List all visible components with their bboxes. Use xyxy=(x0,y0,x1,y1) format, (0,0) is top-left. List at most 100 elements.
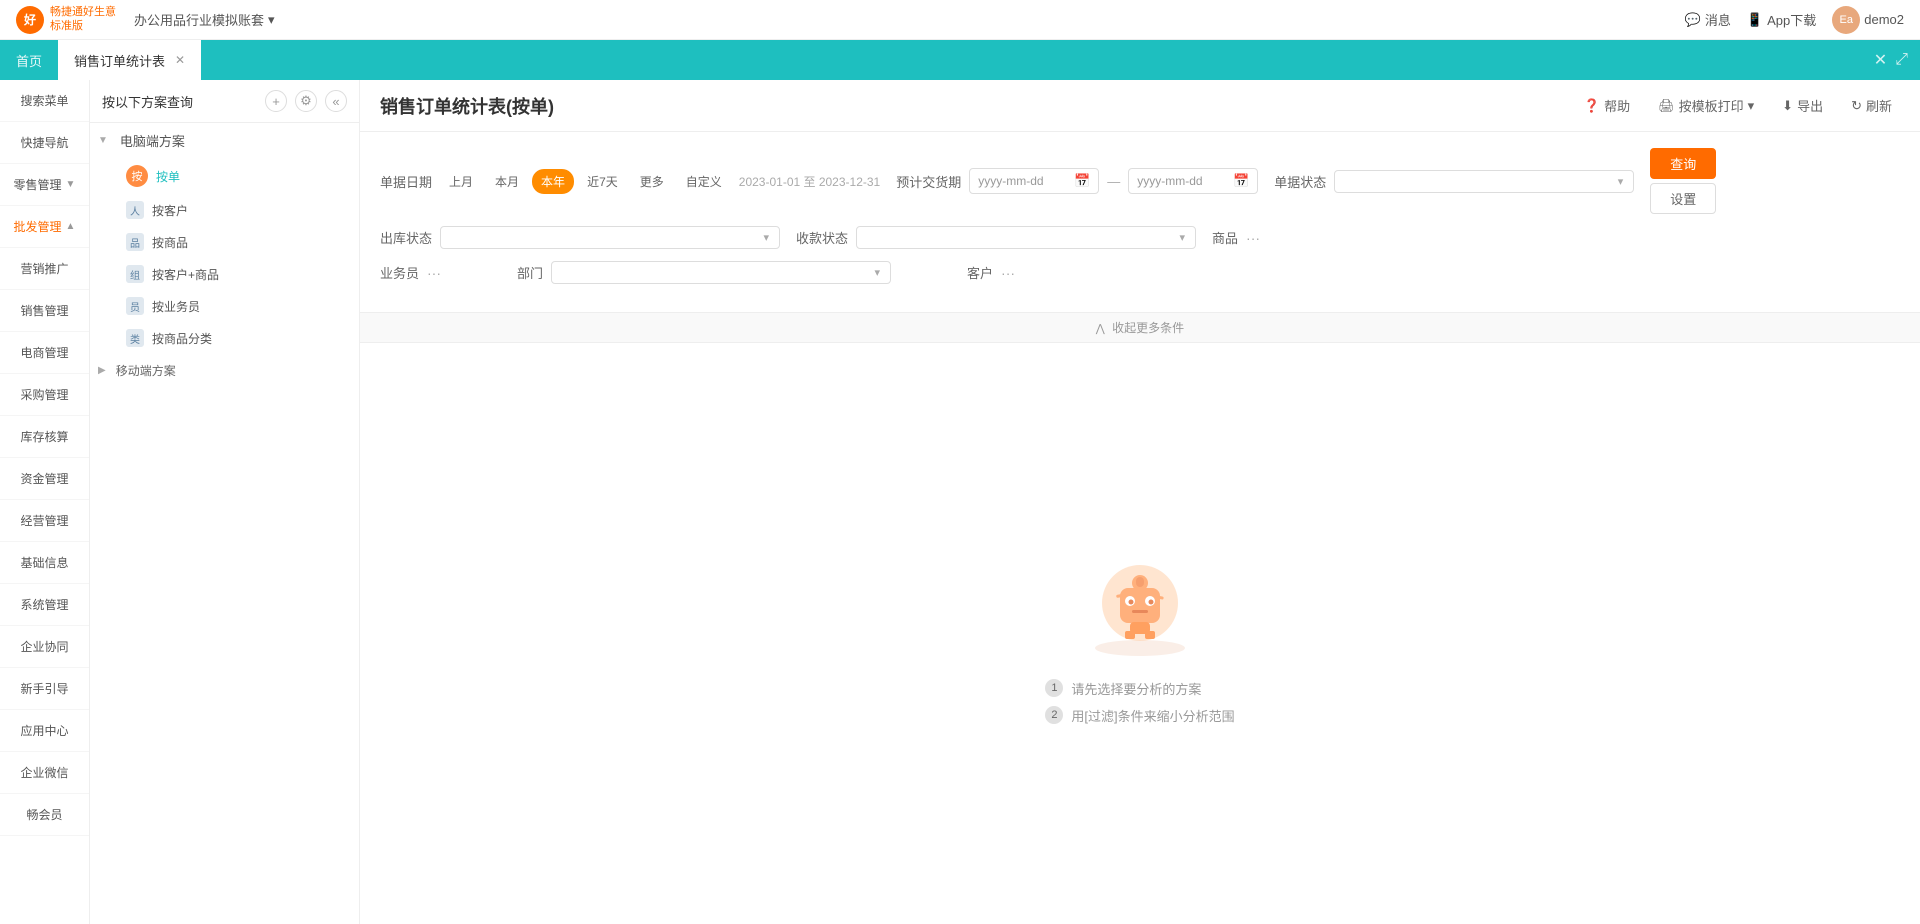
page-header: 销售订单统计表(按单) ❓ 帮助 🖨 按模板打印 ▾ ⬇ 导出 xyxy=(360,80,1920,132)
message-btn[interactable]: 💬 帮助 消息 xyxy=(1685,10,1731,29)
empty-illustration xyxy=(1080,543,1200,663)
scheme-by-customer-product-icon: 组 xyxy=(126,265,144,283)
sidebar-item-quick-nav[interactable]: 快捷导航 xyxy=(0,122,89,164)
export-btn[interactable]: ⬇ 导出 xyxy=(1774,92,1831,119)
app-download-btn[interactable]: 📱 App下载 xyxy=(1747,10,1816,29)
customer-more-icon[interactable]: ··· xyxy=(1001,265,1015,281)
empty-tips: 1 请先选择要分析的方案 2 用[过滤]条件来缩小分析范围 xyxy=(1045,679,1234,725)
logo-icon: 好 xyxy=(16,6,44,34)
add-scheme-btn[interactable]: + xyxy=(265,90,287,112)
payment-status-arrow-icon: ▾ xyxy=(1180,231,1186,244)
sidebar-item-marketing[interactable]: 营销推广 xyxy=(0,248,89,290)
tip-item-1: 1 请先选择要分析的方案 xyxy=(1045,679,1234,698)
close-window-icon[interactable]: ✕ xyxy=(1874,50,1887,70)
sidebar-item-enterprise[interactable]: 企业协同 xyxy=(0,626,89,668)
date-btn-this-month[interactable]: 本月 xyxy=(486,169,528,194)
scheme-by-customer-icon: 人 xyxy=(126,201,144,219)
sidebar: 搜索菜单 快捷导航 零售管理 ▼ 批发管理 ▲ 营销推广 销售管理 电商管理 采… xyxy=(0,80,90,924)
pc-solutions-group[interactable]: ▼ 电脑端方案 xyxy=(90,123,359,158)
filter-area: 单据日期 上月 本月 本年 近7天 更多 自定义 2023-01-01 至 20… xyxy=(360,132,1920,312)
collapse-icon: ⋀ xyxy=(1096,323,1105,335)
left-panel-icons: + ⚙ « xyxy=(265,90,347,112)
search-btn[interactable]: 查询 xyxy=(1650,148,1716,179)
filter-doc-status-item: 单据状态 ▾ xyxy=(1274,170,1634,193)
sidebar-item-inventory[interactable]: 库存核算 xyxy=(0,416,89,458)
content-area: 按以下方案查询 + ⚙ « ▼ 电脑端方案 按 按单 人 按客户 xyxy=(90,80,1920,924)
settings-btn[interactable]: 设置 xyxy=(1650,183,1716,214)
help-btn[interactable]: ❓ 帮助 xyxy=(1576,92,1638,119)
user-menu[interactable]: Ea demo2 xyxy=(1832,6,1904,34)
date-btn-last-month[interactable]: 上月 xyxy=(440,169,482,194)
sidebar-item-system[interactable]: 系统管理 xyxy=(0,584,89,626)
date-btn-this-year[interactable]: 本年 xyxy=(532,169,574,194)
filter-ship-status-item: 出库状态 ▾ xyxy=(380,226,780,249)
tip-item-2: 2 用[过滤]条件来缩小分析范围 xyxy=(1045,706,1234,725)
page-title: 销售订单统计表(按单) xyxy=(380,93,554,119)
avatar: Ea xyxy=(1832,6,1860,34)
sidebar-item-enterprise-wechat[interactable]: 企业微信 xyxy=(0,752,89,794)
filter-payment-status-item: 收款状态 ▾ xyxy=(796,226,1196,249)
expected-date-from-placeholder: yyyy-mm-dd xyxy=(978,174,1043,188)
sidebar-item-retail[interactable]: 零售管理 ▼ xyxy=(0,164,89,206)
message-icon: 💬 xyxy=(1685,12,1701,28)
scheme-by-product[interactable]: 品 按商品 xyxy=(110,226,359,258)
product-label: 商品 xyxy=(1212,228,1238,247)
sidebar-item-new-guide[interactable]: 新手引导 xyxy=(0,668,89,710)
mobile-solutions-group[interactable]: ▶ 移动端方案 xyxy=(90,354,359,387)
tab-home[interactable]: 首页 xyxy=(0,40,58,80)
print-template-btn[interactable]: 🖨 按模板打印 ▾ xyxy=(1650,92,1762,119)
product-more-icon[interactable]: ··· xyxy=(1246,230,1260,246)
app-selector[interactable]: 办公用品行业模拟账套 ▾ xyxy=(134,10,275,29)
help-icon: ❓ xyxy=(1584,98,1600,114)
app-download-icon: 📱 xyxy=(1747,12,1763,28)
scheme-by-order[interactable]: 按 按单 xyxy=(110,158,359,194)
salesperson-more-icon[interactable]: ··· xyxy=(427,265,441,281)
collapse-filter-btn[interactable]: ⋀ 收起更多条件 xyxy=(360,312,1920,342)
home-label: 首页 xyxy=(16,51,42,70)
ship-status-label: 出库状态 xyxy=(380,228,432,247)
sidebar-item-ecommerce[interactable]: 电商管理 xyxy=(0,332,89,374)
salesperson-label: 业务员 xyxy=(380,263,419,282)
right-panel: 销售订单统计表(按单) ❓ 帮助 🖨 按模板打印 ▾ ⬇ 导出 xyxy=(360,80,1920,924)
tab-sales-order-stats[interactable]: 销售订单统计表 ✕ xyxy=(58,40,201,80)
doc-status-label: 单据状态 xyxy=(1274,172,1326,191)
sidebar-item-purchase[interactable]: 采购管理 xyxy=(0,374,89,416)
empty-content: 1 请先选择要分析的方案 2 用[过滤]条件来缩小分析范围 xyxy=(1045,543,1234,725)
scheme-by-customer[interactable]: 人 按客户 xyxy=(110,194,359,226)
scheme-by-salesperson[interactable]: 员 按业务员 xyxy=(110,290,359,322)
pc-solutions-expand-icon: ▼ xyxy=(98,135,108,146)
settings-scheme-btn[interactable]: ⚙ xyxy=(295,90,317,112)
calendar-from-icon: 📅 xyxy=(1074,173,1090,189)
doc-status-select[interactable]: ▾ xyxy=(1334,170,1634,193)
sidebar-item-search-menu[interactable]: 搜索菜单 xyxy=(0,80,89,122)
filter-salesperson-item: 业务员 ··· xyxy=(380,263,441,282)
scheme-by-customer-product[interactable]: 组 按客户+商品 xyxy=(110,258,359,290)
date-btn-custom[interactable]: 自定义 xyxy=(677,169,731,194)
sidebar-item-vip[interactable]: 畅会员 xyxy=(0,794,89,836)
expand-window-icon[interactable]: ⤢ xyxy=(1895,51,1908,69)
pc-solutions-label: 电脑端方案 xyxy=(120,131,185,150)
sidebar-item-app-center[interactable]: 应用中心 xyxy=(0,710,89,752)
collapse-panel-btn[interactable]: « xyxy=(325,90,347,112)
date-btn-7days[interactable]: 近7天 xyxy=(578,169,627,194)
top-bar-right: 💬 帮助 消息 📱 App下载 Ea demo2 xyxy=(1685,6,1904,34)
department-select[interactable]: ▾ xyxy=(551,261,891,284)
pc-solutions-items: 按 按单 人 按客户 品 按商品 组 按客户+商品 员 按业务员 xyxy=(90,158,359,354)
sidebar-item-sales[interactable]: 销售管理 xyxy=(0,290,89,332)
refresh-btn[interactable]: ↻ 刷新 xyxy=(1843,92,1900,119)
expected-date-to-input[interactable]: yyyy-mm-dd 📅 xyxy=(1128,168,1258,194)
expected-date-from-input[interactable]: yyyy-mm-dd 📅 xyxy=(969,168,1099,194)
scheme-by-product-category[interactable]: 类 按商品分类 xyxy=(110,322,359,354)
sidebar-item-basic-info[interactable]: 基础信息 xyxy=(0,542,89,584)
tab-close-icon[interactable]: ✕ xyxy=(175,53,185,67)
sidebar-item-wholesale[interactable]: 批发管理 ▲ xyxy=(0,206,89,248)
sidebar-item-finance[interactable]: 资金管理 xyxy=(0,458,89,500)
tab-sales-order-stats-label: 销售订单统计表 xyxy=(74,51,165,70)
payment-status-select[interactable]: ▾ xyxy=(856,226,1196,249)
date-shortcuts: 上月 本月 本年 近7天 更多 自定义 xyxy=(440,169,731,194)
ship-status-select[interactable]: ▾ xyxy=(440,226,780,249)
tip-num-2: 2 xyxy=(1045,706,1063,724)
filter-date-item: 单据日期 上月 本月 本年 近7天 更多 自定义 2023-01-01 至 20… xyxy=(380,169,880,194)
sidebar-item-operations[interactable]: 经营管理 xyxy=(0,500,89,542)
date-btn-more[interactable]: 更多 xyxy=(631,169,673,194)
